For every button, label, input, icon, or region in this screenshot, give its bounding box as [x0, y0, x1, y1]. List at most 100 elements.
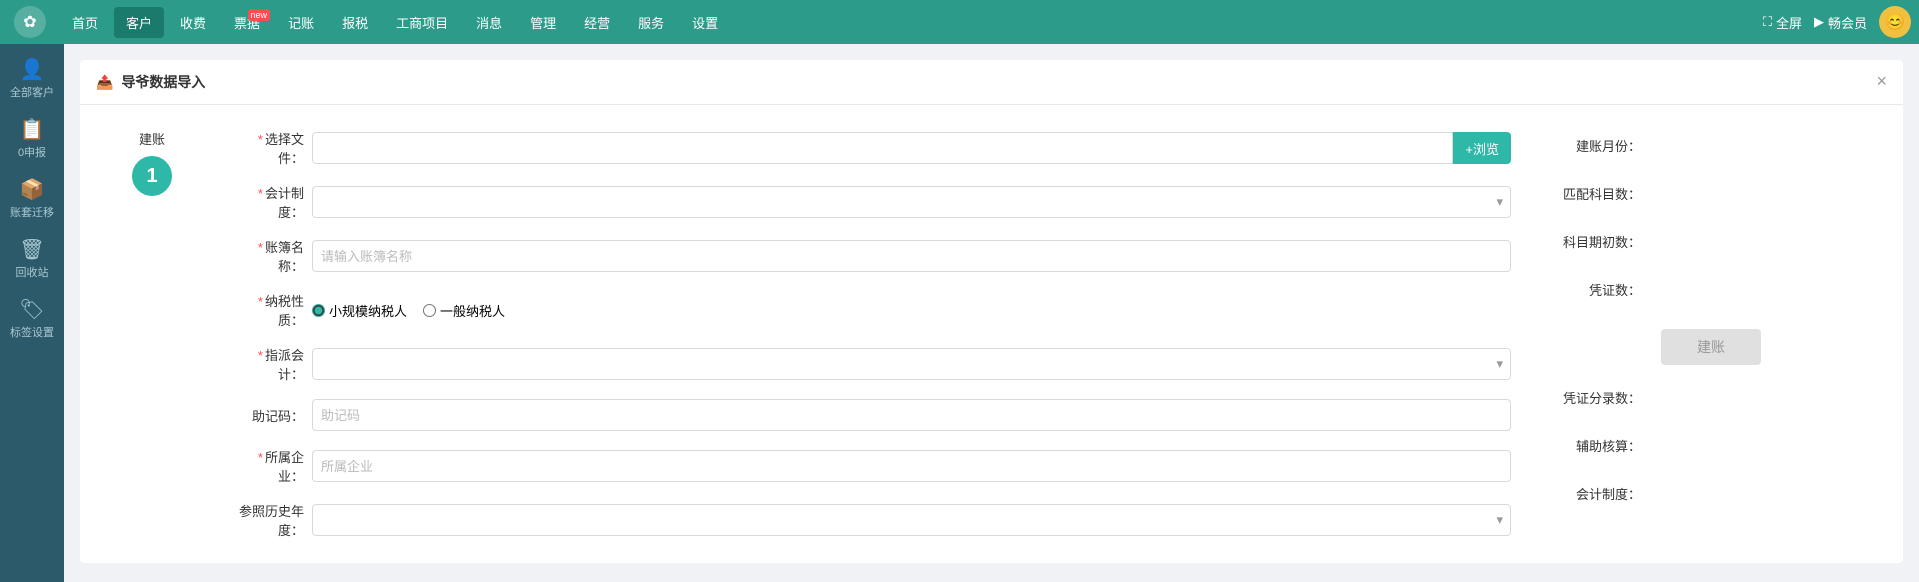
- subject-init-value: [1649, 225, 1871, 257]
- match-subjects-value: [1649, 177, 1871, 209]
- nav-items: 首页 客户 收费 票据 new 记账 报税 工商项目 消息 管理 经营 服务 设…: [60, 7, 1763, 38]
- file-label: *选择文件：: [232, 129, 304, 167]
- voucher-entries-value: [1649, 381, 1871, 413]
- nav-item-invoices[interactable]: 票据 new: [222, 7, 272, 38]
- radio-small-scale-input[interactable]: [312, 304, 325, 317]
- panel-title-icon: 📤: [96, 74, 113, 91]
- panel-header: 📤 导爷数据导入: [80, 60, 1903, 105]
- sidebar: 👤 全部客户 📋 0申报 📦 账套迁移 🗑 回收站 🏷 标签设置: [0, 44, 64, 582]
- browse-button[interactable]: +浏览: [1453, 132, 1511, 164]
- nav-item-customers[interactable]: 客户: [114, 7, 164, 38]
- step-section: 建账 1: [112, 129, 192, 539]
- sidebar-label-migration: 账套迁移: [10, 204, 54, 220]
- voucher-entries-row: 凭证分录数：: [1551, 381, 1871, 413]
- close-button[interactable]: ×: [1876, 72, 1887, 90]
- member-button[interactable]: ▶ 畅会员: [1814, 13, 1867, 32]
- file-row: *选择文件： +浏览: [232, 129, 1511, 167]
- sidebar-item-all-clients[interactable]: 👤 全部客户: [4, 52, 60, 108]
- sidebar-item-declare[interactable]: 📋 0申报: [4, 112, 60, 168]
- accounting-system-select-wrapper: [312, 186, 1511, 218]
- build-btn-wrapper: 建账: [1551, 329, 1871, 365]
- nav-item-settings[interactable]: 设置: [680, 7, 730, 38]
- build-month-value: [1649, 129, 1871, 161]
- ledger-name-input[interactable]: [312, 240, 1511, 272]
- voucher-entries-label: 凭证分录数：: [1551, 388, 1641, 407]
- main-layout: 👤 全部客户 📋 0申报 📦 账套迁移 🗑 回收站 🏷 标签设置 📤 导爷数据导…: [0, 44, 1919, 582]
- radio-general[interactable]: 一般纳税人: [423, 301, 505, 320]
- step-circle: 1: [132, 156, 172, 196]
- nav-item-messages[interactable]: 消息: [464, 7, 514, 38]
- nav-item-home[interactable]: 首页: [60, 7, 110, 38]
- member-label: 畅会员: [1828, 13, 1867, 32]
- panel: 📤 导爷数据导入 × 建账 1 *选择文件：: [80, 60, 1903, 563]
- nav-item-fees[interactable]: 收费: [168, 7, 218, 38]
- new-badge: new: [248, 9, 271, 21]
- affiliated-company-row: *所属企业：: [232, 447, 1511, 485]
- right-accounting-system-row: 会计制度：: [1551, 477, 1871, 509]
- logo: ✿: [8, 0, 52, 44]
- assign-accountant-select[interactable]: [312, 348, 1511, 380]
- nav-item-services[interactable]: 服务: [626, 7, 676, 38]
- assign-accountant-select-wrapper: [312, 348, 1511, 380]
- vouchers-row: 凭证数：: [1551, 273, 1871, 305]
- assign-accountant-label: *指派会计：: [232, 345, 304, 383]
- ledger-name-row: *账簿名称：: [232, 237, 1511, 275]
- radio-small-scale-label: 小规模纳税人: [329, 301, 407, 320]
- recycle-icon: 🗑: [19, 240, 44, 260]
- file-input[interactable]: [312, 132, 1453, 164]
- sidebar-item-recycle[interactable]: 🗑 回收站: [4, 232, 60, 288]
- right-accounting-system-value: [1649, 477, 1871, 509]
- sidebar-item-migration[interactable]: 📦 账套迁移: [4, 172, 60, 228]
- labels-icon: 🏷: [19, 300, 44, 320]
- assign-accountant-row: *指派会计：: [232, 345, 1511, 383]
- step-label: 建账: [139, 129, 165, 148]
- subject-init-label: 科目期初数：: [1551, 232, 1641, 251]
- radio-general-input[interactable]: [423, 304, 436, 317]
- form-area: 建账 1 *选择文件： +浏览: [80, 105, 1903, 563]
- file-input-group: +浏览: [312, 132, 1511, 164]
- nav-item-management[interactable]: 管理: [518, 7, 568, 38]
- affiliated-company-input[interactable]: [312, 450, 1511, 482]
- affiliated-company-label: *所属企业：: [232, 447, 304, 485]
- sidebar-label-recycle: 回收站: [16, 264, 49, 280]
- avatar[interactable]: 😊: [1879, 6, 1911, 38]
- vouchers-label: 凭证数：: [1551, 280, 1641, 299]
- nav-item-business[interactable]: 工商项目: [384, 7, 460, 38]
- radio-small-scale[interactable]: 小规模纳税人: [312, 301, 407, 320]
- build-button[interactable]: 建账: [1661, 329, 1761, 365]
- nav-item-bookkeeping[interactable]: 记账: [276, 7, 326, 38]
- declare-icon: 📋: [20, 120, 45, 140]
- subject-init-row: 科目期初数：: [1551, 225, 1871, 257]
- fullscreen-label: 全屏: [1776, 13, 1802, 32]
- logo-icon: ✿: [14, 6, 46, 38]
- panel-title: 导爷数据导入: [121, 72, 205, 92]
- right-form: 建账月份： 匹配科目数： 科目期初数： 凭证数：: [1551, 129, 1871, 539]
- memo-code-row: 助记码：: [232, 399, 1511, 431]
- memo-code-input[interactable]: [312, 399, 1511, 431]
- vouchers-value: [1649, 273, 1871, 305]
- left-form: *选择文件： +浏览 *会计制度：: [232, 129, 1511, 539]
- refer-year-label: 参照历史年度：: [232, 501, 304, 539]
- build-month-row: 建账月份：: [1551, 129, 1871, 161]
- accounting-system-row: *会计制度：: [232, 183, 1511, 221]
- nav-item-tax[interactable]: 报税: [330, 7, 380, 38]
- sidebar-label-all-clients: 全部客户: [10, 84, 54, 100]
- build-month-label: 建账月份：: [1551, 136, 1641, 155]
- fullscreen-button[interactable]: ⛶ 全屏: [1763, 13, 1802, 32]
- accounting-system-select[interactable]: [312, 186, 1511, 218]
- ledger-name-label: *账簿名称：: [232, 237, 304, 275]
- required-star: *: [258, 132, 263, 147]
- member-icon: ▶: [1814, 14, 1824, 30]
- sidebar-label-declare: 0申报: [18, 144, 46, 160]
- aux-accounting-label: 辅助核算：: [1551, 436, 1641, 455]
- content-area: 📤 导爷数据导入 × 建账 1 *选择文件：: [64, 44, 1919, 582]
- tax-type-row: *纳税性质： 小规模纳税人 一般纳税人: [232, 291, 1511, 329]
- nav-item-operations[interactable]: 经营: [572, 7, 622, 38]
- refer-year-select-wrapper: [312, 504, 1511, 536]
- refer-year-select[interactable]: [312, 504, 1511, 536]
- match-subjects-row: 匹配科目数：: [1551, 177, 1871, 209]
- tax-type-label: *纳税性质：: [232, 291, 304, 329]
- radio-general-label: 一般纳税人: [440, 301, 505, 320]
- aux-accounting-row: 辅助核算：: [1551, 429, 1871, 461]
- sidebar-item-labels[interactable]: 🏷 标签设置: [4, 292, 60, 348]
